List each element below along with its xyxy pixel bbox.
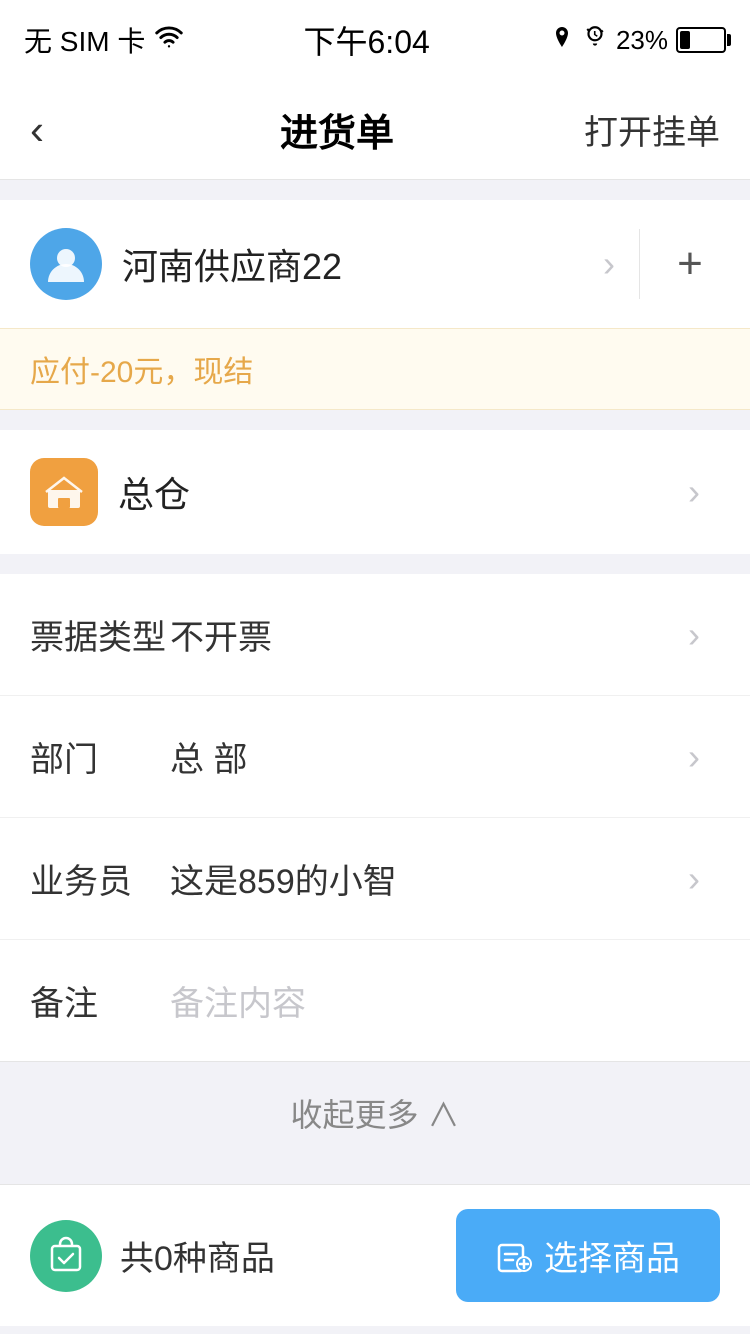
back-button[interactable]: ‹ — [30, 106, 90, 154]
remark-label: 备注 — [30, 976, 170, 1025]
ticket-type-chevron-icon: › — [688, 614, 700, 656]
warehouse-chevron-icon: › — [688, 471, 700, 513]
product-left: 共0种商品 — [30, 1220, 275, 1292]
add-supplier-button[interactable]: + — [660, 234, 720, 294]
collapse-button[interactable]: 收起更多 ∧ — [0, 1061, 750, 1164]
ticket-type-value: 不开票 — [170, 610, 688, 659]
section-gap-2 — [0, 410, 750, 430]
alarm-icon — [582, 24, 608, 57]
section-gap-1 — [0, 180, 750, 200]
select-product-icon — [496, 1238, 532, 1274]
supplier-name: 河南供应商22 — [122, 238, 342, 290]
salesperson-label: 业务员 — [30, 854, 170, 903]
department-row[interactable]: 部门 总 部 › — [0, 695, 750, 817]
department-value: 总 部 — [170, 732, 688, 781]
nav-bar: ‹ 进货单 打开挂单 — [0, 80, 750, 180]
ticket-type-label: 票据类型 — [30, 610, 170, 659]
supplier-card: 河南供应商22 › + 应付-20元，现结 — [0, 200, 750, 410]
page-title: 进货单 — [280, 102, 394, 157]
product-count: 共0种商品 — [120, 1231, 275, 1280]
warehouse-row[interactable]: 总仓 › — [0, 430, 750, 554]
supplier-avatar — [30, 228, 102, 300]
remark-input[interactable]: 备注内容 — [170, 976, 720, 1025]
warehouse-icon — [30, 458, 98, 526]
wifi-icon — [155, 23, 183, 58]
select-product-label: 选择商品 — [544, 1231, 680, 1280]
warehouse-name: 总仓 — [118, 466, 688, 518]
select-product-button[interactable]: 选择商品 — [456, 1209, 720, 1302]
carrier-text: 无 SIM 卡 — [24, 20, 145, 60]
salesperson-value: 这是859的小智 — [170, 854, 688, 903]
supplier-chevron-icon: › — [603, 243, 615, 285]
vertical-divider — [639, 229, 640, 299]
salesperson-row[interactable]: 业务员 这是859的小智 › — [0, 817, 750, 939]
location-icon — [550, 25, 574, 56]
form-card: 票据类型 不开票 › 部门 总 部 › 业务员 这是859的小智 › 备注 备注… — [0, 574, 750, 1164]
status-bar: 无 SIM 卡 下午6:04 23% — [0, 0, 750, 80]
supplier-info: 河南供应商22 — [30, 228, 603, 300]
department-chevron-icon: › — [688, 736, 700, 778]
status-right: 23% — [550, 24, 726, 57]
battery-icon — [676, 27, 726, 53]
supplier-notice: 应付-20元，现结 — [0, 328, 750, 410]
salesperson-chevron-icon: › — [688, 858, 700, 900]
supplier-row[interactable]: 河南供应商22 › + — [0, 200, 750, 328]
status-time: 下午6:04 — [304, 17, 430, 63]
section-gap-3 — [0, 554, 750, 574]
product-icon — [30, 1220, 102, 1292]
ticket-type-row[interactable]: 票据类型 不开票 › — [0, 574, 750, 695]
department-label: 部门 — [30, 732, 170, 781]
open-pending-button[interactable]: 打开挂单 — [584, 105, 720, 154]
product-bar: 共0种商品 选择商品 — [0, 1184, 750, 1326]
battery-percentage: 23% — [616, 25, 668, 56]
remark-row[interactable]: 备注 备注内容 — [0, 939, 750, 1061]
status-left: 无 SIM 卡 — [24, 20, 183, 60]
warehouse-card[interactable]: 总仓 › — [0, 430, 750, 554]
